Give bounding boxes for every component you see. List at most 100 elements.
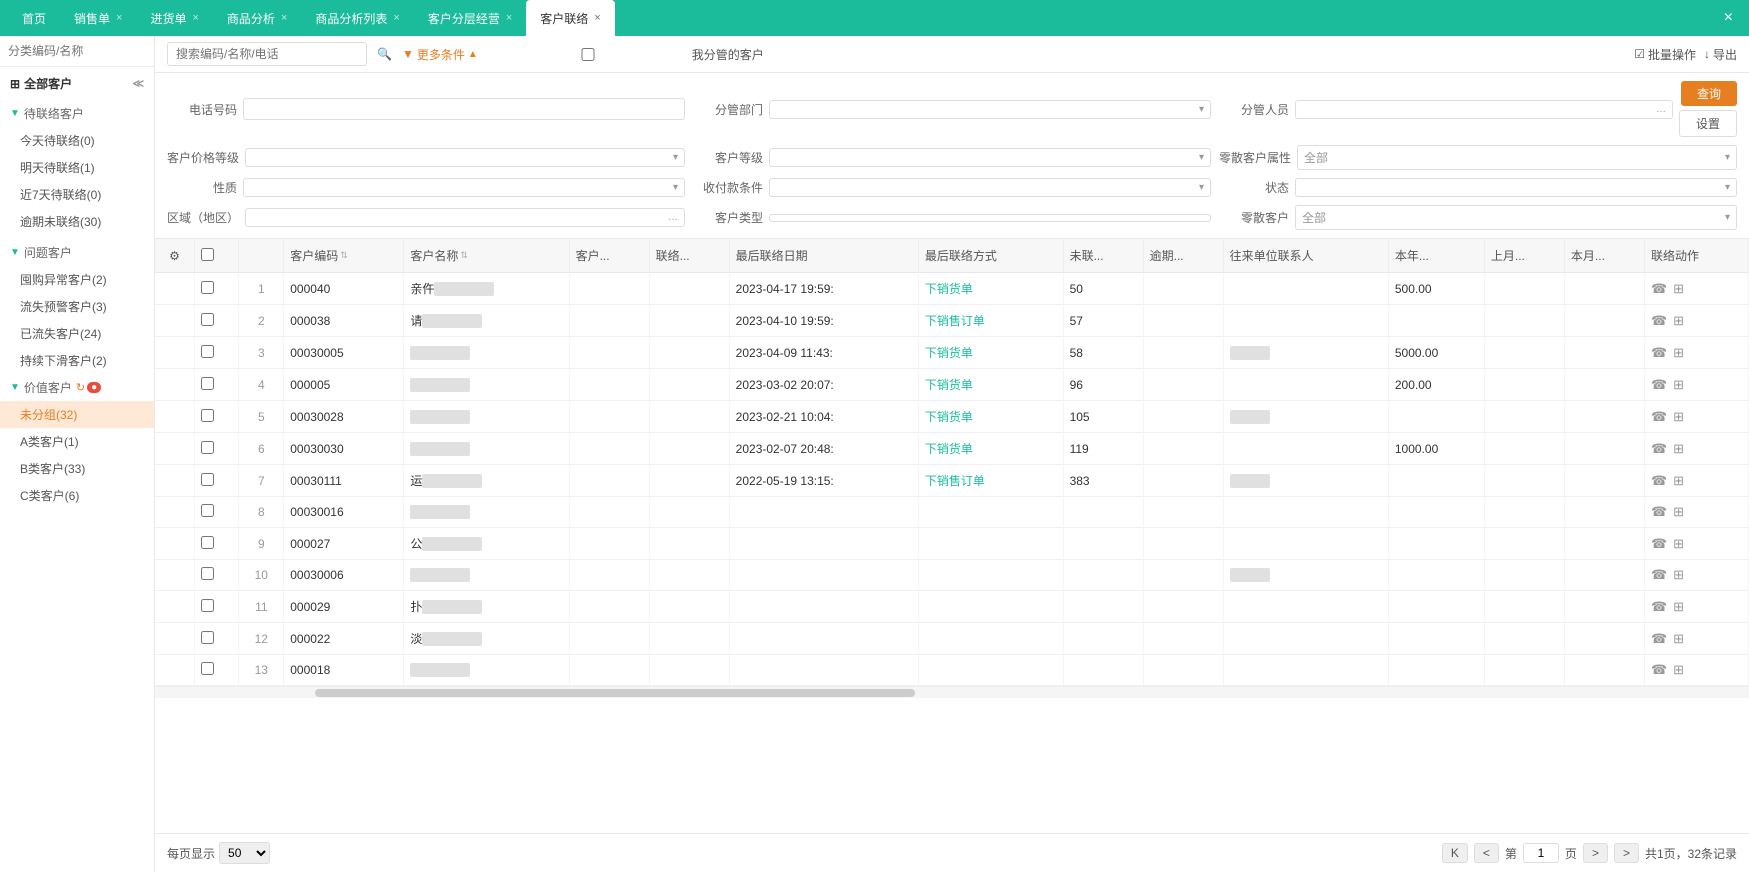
contact-method-link[interactable]: 下销货单 xyxy=(925,378,973,392)
grid-action-icon[interactable]: ⊞ xyxy=(1673,345,1684,361)
grid-action-icon[interactable]: ⊞ xyxy=(1673,631,1684,647)
phone-action-icon[interactable]: ☎ xyxy=(1651,313,1667,329)
row-checkbox[interactable] xyxy=(201,441,214,454)
row-checkbox[interactable] xyxy=(201,536,214,549)
close-goods-analysis-list-tab[interactable]: × xyxy=(393,12,399,24)
sidebar-item-today-pending[interactable]: 今天待联络(0) xyxy=(0,127,154,154)
code-column-header[interactable]: 客户编码⇅ xyxy=(284,239,404,273)
tab-goods-analysis-list[interactable]: 商品分析列表 × xyxy=(301,0,413,36)
customer-type-select[interactable] xyxy=(769,214,1211,222)
close-purchase-tab[interactable]: × xyxy=(192,12,198,24)
search-input[interactable] xyxy=(167,42,367,66)
phone-action-icon[interactable]: ☎ xyxy=(1651,409,1667,425)
contact-method-link[interactable]: 下销货单 xyxy=(925,282,973,296)
phone-action-icon[interactable]: ☎ xyxy=(1651,473,1667,489)
grid-action-icon[interactable]: ⊞ xyxy=(1673,377,1684,393)
status-select[interactable]: ▾ xyxy=(1295,178,1737,197)
prev-page-btn[interactable]: < xyxy=(1474,843,1499,863)
sidebar-item-class-a[interactable]: A类客户(1) xyxy=(0,428,154,455)
contact-method-link[interactable]: 下销货单 xyxy=(925,442,973,456)
phone-action-icon[interactable]: ☎ xyxy=(1651,662,1667,678)
sidebar-item-abnormal[interactable]: 囤购异常客户(2) xyxy=(0,266,154,293)
row-checkbox[interactable] xyxy=(201,662,214,675)
last-page-btn[interactable]: > xyxy=(1614,843,1639,863)
contact-method-link[interactable]: 下销货单 xyxy=(925,346,973,360)
grid-action-icon[interactable]: ⊞ xyxy=(1673,441,1684,457)
zero-customer-select[interactable]: 全部 ▾ xyxy=(1295,205,1737,230)
settings-column-header[interactable]: ⚙ xyxy=(155,239,195,273)
phone-action-icon[interactable]: ☎ xyxy=(1651,567,1667,583)
reset-button[interactable]: 设置 xyxy=(1679,110,1737,137)
contact-method-link[interactable]: 下销售订单 xyxy=(925,474,985,488)
row-checkbox[interactable] xyxy=(201,504,214,517)
my-customers-check[interactable] xyxy=(488,48,688,61)
refresh-icon[interactable]: ↻ xyxy=(76,381,85,394)
sidebar-item-class-b[interactable]: B类客户(33) xyxy=(0,455,154,482)
more-conditions-button[interactable]: ▼ 更多条件 ▲ xyxy=(402,46,478,63)
scrollbar-thumb[interactable] xyxy=(315,689,915,697)
grid-action-icon[interactable]: ⊞ xyxy=(1673,567,1684,583)
dept-select[interactable]: ▾ xyxy=(769,100,1211,119)
close-goods-analysis-tab[interactable]: × xyxy=(281,12,287,24)
horizontal-scrollbar[interactable] xyxy=(155,686,1749,698)
phone-action-icon[interactable]: ☎ xyxy=(1651,345,1667,361)
payment-select[interactable]: ▾ xyxy=(769,178,1211,197)
window-close-btn[interactable]: × xyxy=(1716,9,1741,27)
tab-customer-contact[interactable]: 客户联络 × xyxy=(526,0,614,36)
grid-action-icon[interactable]: ⊞ xyxy=(1673,313,1684,329)
tab-purchase[interactable]: 进货单 × xyxy=(136,0,212,36)
name-column-header[interactable]: 客户名称⇅ xyxy=(404,239,569,273)
grid-action-icon[interactable]: ⊞ xyxy=(1673,409,1684,425)
tab-home[interactable]: 首页 xyxy=(8,0,60,36)
first-page-btn[interactable]: K xyxy=(1442,843,1468,863)
price-level-select[interactable]: ▾ xyxy=(245,148,685,167)
row-checkbox[interactable] xyxy=(201,567,214,580)
region-select[interactable]: … xyxy=(245,208,685,227)
tab-customer-tier[interactable]: 客户分层经营 × xyxy=(414,0,526,36)
phone-action-icon[interactable]: ☎ xyxy=(1651,377,1667,393)
close-sales-tab[interactable]: × xyxy=(116,12,122,24)
sidebar-search-input[interactable] xyxy=(8,44,155,58)
phone-action-icon[interactable]: ☎ xyxy=(1651,599,1667,615)
sidebar-item-declining[interactable]: 持续下滑客户(2) xyxy=(0,347,154,374)
grid-action-icon[interactable]: ⊞ xyxy=(1673,473,1684,489)
person-select[interactable]: … xyxy=(1295,100,1673,119)
row-checkbox[interactable] xyxy=(201,631,214,644)
row-checkbox[interactable] xyxy=(201,281,214,294)
customer-level-select[interactable]: ▾ xyxy=(769,148,1211,167)
all-customers-header[interactable]: ⊞ 全部客户 ≪ xyxy=(0,67,154,100)
sidebar-item-churned[interactable]: 已流失客户(24) xyxy=(0,320,154,347)
sidebar-item-tomorrow-pending[interactable]: 明天待联络(1) xyxy=(0,154,154,181)
page-number-input[interactable] xyxy=(1523,843,1559,863)
query-button[interactable]: 查询 xyxy=(1681,81,1737,106)
phone-action-icon[interactable]: ☎ xyxy=(1651,504,1667,520)
per-page-dropdown[interactable]: 50 100 200 xyxy=(219,842,270,864)
grid-action-icon[interactable]: ⊞ xyxy=(1673,662,1684,678)
next-page-btn[interactable]: > xyxy=(1583,843,1608,863)
row-checkbox[interactable] xyxy=(201,345,214,358)
sidebar-item-ungrouped[interactable]: 未分组(32) xyxy=(0,401,154,428)
phone-action-icon[interactable]: ☎ xyxy=(1651,281,1667,297)
phone-input[interactable] xyxy=(243,98,685,120)
row-checkbox[interactable] xyxy=(201,409,214,422)
batch-op-button[interactable]: ☑ 批量操作 xyxy=(1634,46,1696,63)
phone-action-icon[interactable]: ☎ xyxy=(1651,536,1667,552)
sidebar-item-churn-warning[interactable]: 流失预警客户(3) xyxy=(0,293,154,320)
my-customers-checkbox[interactable]: 我分管的客户 xyxy=(488,46,764,63)
contact-method-link[interactable]: 下销售订单 xyxy=(925,314,985,328)
row-checkbox[interactable] xyxy=(201,377,214,390)
zero-attr-select[interactable]: 全部 ▾ xyxy=(1297,145,1737,170)
grid-action-icon[interactable]: ⊞ xyxy=(1673,599,1684,615)
sidebar-item-overdue-pending[interactable]: 逾期未联络(30) xyxy=(0,208,154,235)
grid-action-icon[interactable]: ⊞ xyxy=(1673,281,1684,297)
sidebar-item-week-pending[interactable]: 近7天待联络(0) xyxy=(0,181,154,208)
contact-method-link[interactable]: 下销货单 xyxy=(925,410,973,424)
row-checkbox[interactable] xyxy=(201,599,214,612)
phone-action-icon[interactable]: ☎ xyxy=(1651,631,1667,647)
search-button[interactable]: 🔍 xyxy=(377,47,392,61)
sidebar-item-class-c[interactable]: C类客户(6) xyxy=(0,482,154,509)
row-checkbox[interactable] xyxy=(201,473,214,486)
select-all-checkbox[interactable] xyxy=(201,248,214,261)
close-customer-contact-tab[interactable]: × xyxy=(594,12,600,24)
row-checkbox[interactable] xyxy=(201,313,214,326)
